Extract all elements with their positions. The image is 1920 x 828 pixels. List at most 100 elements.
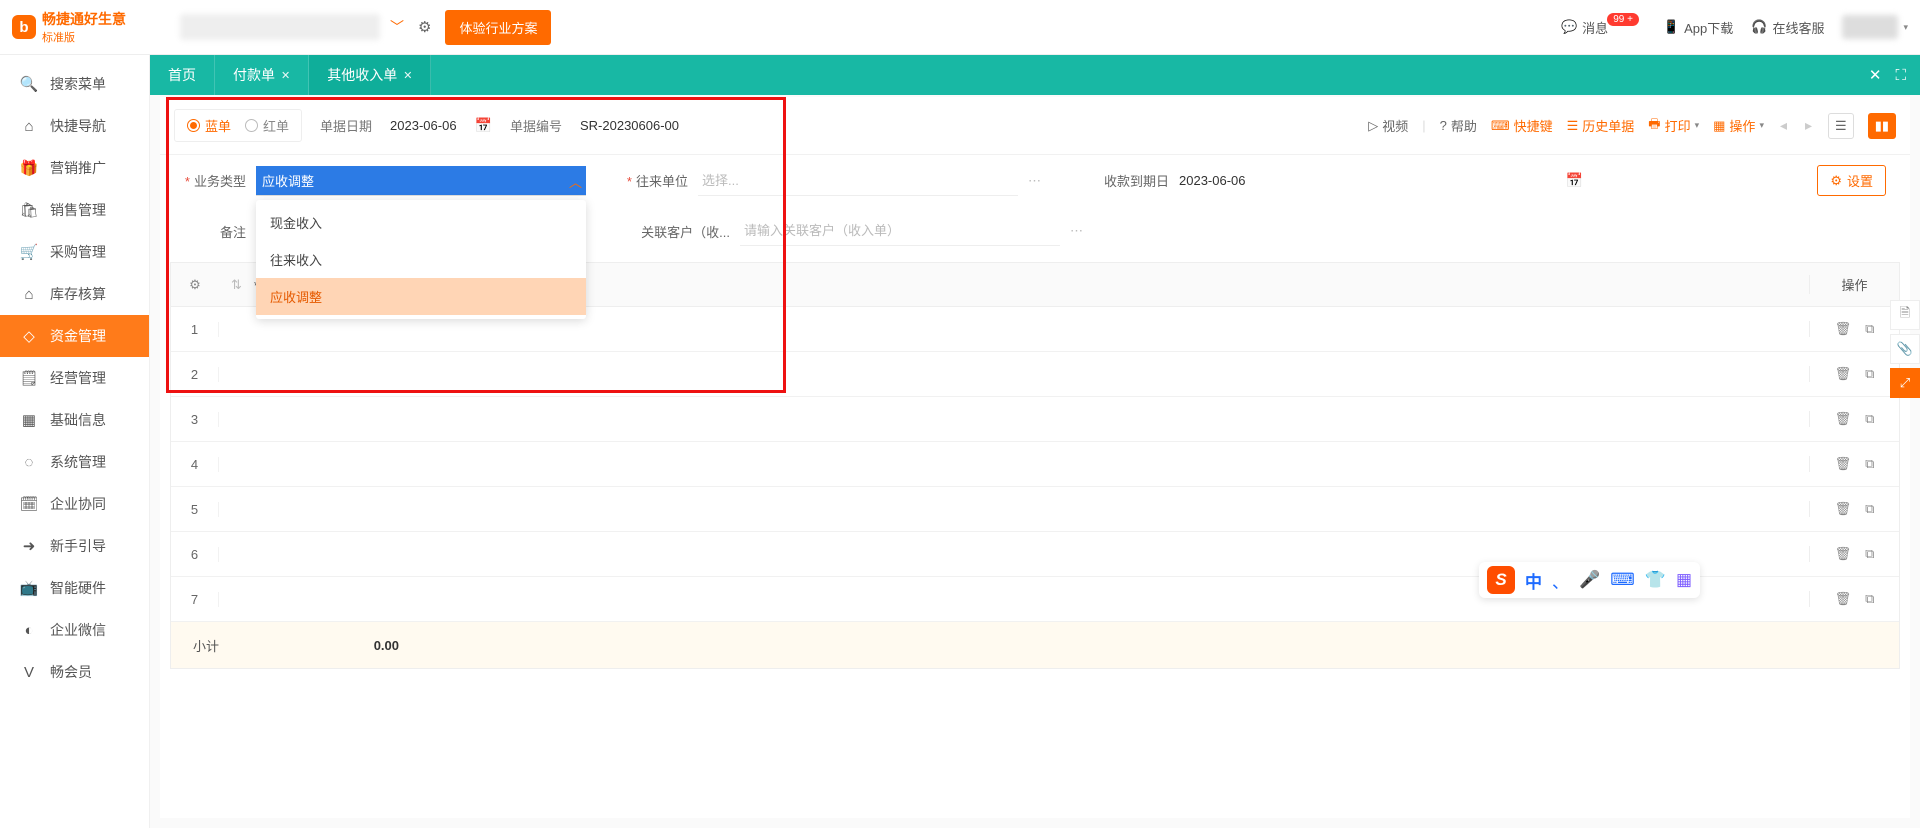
sidebar-item-member[interactable]: V畅会员 (0, 651, 149, 693)
unit-input[interactable] (698, 166, 1018, 196)
row-ops: 🗑⧉ (1809, 366, 1899, 382)
keyboard-icon[interactable]: ⌨ (1610, 570, 1635, 590)
mic-icon[interactable]: 🎤 (1579, 570, 1600, 590)
biz-type-dropdown[interactable]: ︿ 现金收入 往来收入 应收调整 (256, 166, 586, 196)
row-index: 7 (171, 592, 219, 607)
messages-link[interactable]: 💬 消息 99 + (1561, 18, 1645, 37)
chevron-up-icon[interactable]: ︿ (569, 172, 582, 191)
copy-icon[interactable]: ⧉ (1865, 546, 1874, 562)
ime-mode[interactable]: 中 (1525, 568, 1542, 593)
sidebar-item-guide[interactable]: ➜新手引导 (0, 525, 149, 567)
company-selector[interactable]: ﹀ (180, 14, 404, 40)
apps-icon[interactable]: ▦ (1676, 570, 1692, 590)
shirt-icon[interactable]: 👕 (1645, 570, 1666, 590)
sidebar-item-purchase[interactable]: 🛒采购管理 (0, 231, 149, 273)
biz-type-option[interactable]: 往来收入 (256, 241, 586, 278)
trial-button[interactable]: 体验行业方案 (445, 10, 551, 45)
radio-dot-icon (245, 119, 258, 132)
radio-blue[interactable]: 蓝单 (187, 116, 231, 135)
sidebar-item-funds[interactable]: ◇资金管理 (0, 315, 149, 357)
copy-icon[interactable]: ⧉ (1865, 366, 1874, 382)
wechat-icon: ◐ (20, 621, 38, 639)
tab-strip: 首页 付款单✕ 其他收入单✕ ✕ ⛶ (150, 55, 1920, 95)
tab-other-income[interactable]: 其他收入单✕ (309, 55, 431, 95)
close-icon[interactable]: ✕ (403, 69, 412, 82)
table-row[interactable]: 5🗑⧉ (171, 487, 1899, 532)
float-tab-note[interactable]: 🗎 (1890, 300, 1920, 330)
close-icon[interactable]: ✕ (281, 69, 290, 82)
table-row[interactable]: 2🗑⧉ (171, 352, 1899, 397)
gear-icon[interactable]: ⚙ (418, 18, 431, 36)
sidebar-item-marketing[interactable]: 🎁营销推广 (0, 147, 149, 189)
sidebar-item-sales[interactable]: 🛍销售管理 (0, 189, 149, 231)
sidebar-label: 营销推广 (50, 158, 106, 178)
copy-icon[interactable]: ⧉ (1865, 321, 1874, 337)
more-icon[interactable]: ⋯ (1028, 173, 1041, 189)
float-tab-expand[interactable]: ⤢ (1890, 368, 1920, 398)
app-download-link[interactable]: 📱 App下载 (1663, 18, 1733, 37)
table-row[interactable]: 3🗑⧉ (171, 397, 1899, 442)
table-config-icon[interactable]: ⚙ (171, 277, 219, 293)
ime-punct[interactable]: 、 (1552, 568, 1569, 593)
biz-type-option[interactable]: 应收调整 (256, 278, 586, 315)
calendar-icon[interactable]: 📅 (1566, 172, 1583, 189)
doc-date-value[interactable]: 2023-06-06 (390, 118, 457, 133)
logo: b 畅捷通好生意 标准版 (12, 9, 160, 45)
link-label: 打印 (1665, 116, 1691, 135)
help-link[interactable]: ?帮助 (1440, 116, 1477, 135)
copy-icon[interactable]: ⧉ (1865, 411, 1874, 427)
radio-red[interactable]: 红单 (245, 116, 289, 135)
sidebar-item-collab[interactable]: 🗓企业协同 (0, 483, 149, 525)
video-link[interactable]: ▷视频 (1368, 116, 1408, 135)
sidebar-item-system[interactable]: ◌系统管理 (0, 441, 149, 483)
user-menu[interactable]: ▾ (1842, 15, 1908, 39)
view-card-button[interactable]: ▮▮ (1868, 113, 1896, 139)
delete-icon[interactable]: 🗑 (1835, 546, 1852, 562)
sidebar-item-basic[interactable]: ▦基础信息 (0, 399, 149, 441)
sort-icon[interactable]: ⇅ (231, 277, 242, 293)
copy-icon[interactable]: ⧉ (1865, 591, 1874, 607)
delete-icon[interactable]: 🗑 (1835, 366, 1852, 382)
grid-icon: ▦ (1713, 118, 1725, 134)
side-float-tabs: 🗎 📎 ⤢ (1890, 300, 1920, 398)
due-date-value[interactable]: 2023-06-06 (1179, 173, 1246, 188)
float-tab-attach[interactable]: 📎 (1890, 334, 1920, 364)
settings-button[interactable]: ⚙设置 (1817, 165, 1886, 196)
shortcut-link[interactable]: ⌨快捷键 (1491, 116, 1553, 135)
next-doc-arrow[interactable]: ▸ (1803, 117, 1814, 134)
circle-dash-icon: ◌ (20, 453, 38, 471)
more-icon[interactable]: ⋯ (1070, 223, 1083, 239)
row-index: 1 (171, 322, 219, 337)
print-link[interactable]: 🖶打印▾ (1648, 115, 1699, 137)
calendar-icon[interactable]: 📅 (475, 117, 492, 134)
history-link[interactable]: ☰历史单据 (1567, 116, 1635, 135)
tab-payment[interactable]: 付款单✕ (215, 55, 309, 95)
support-link[interactable]: 🎧 在线客服 (1751, 18, 1824, 37)
copy-icon[interactable]: ⧉ (1865, 456, 1874, 472)
delete-icon[interactable]: 🗑 (1835, 456, 1852, 472)
table-row[interactable]: 4🗑⧉ (171, 442, 1899, 487)
prev-doc-arrow[interactable]: ◂ (1778, 117, 1789, 134)
ime-toolbar[interactable]: S 中 、 🎤 ⌨ 👕 ▦ (1479, 562, 1700, 598)
sidebar-item-hardware[interactable]: 📺智能硬件 (0, 567, 149, 609)
delete-icon[interactable]: 🗑 (1835, 321, 1852, 337)
close-all-icon[interactable]: ✕ (1869, 66, 1882, 84)
sidebar-item-search[interactable]: 🔍搜索菜单 (0, 63, 149, 105)
action-link[interactable]: ▦操作▾ (1713, 116, 1764, 135)
view-list-button[interactable]: ☰ (1828, 113, 1854, 139)
delete-icon[interactable]: 🗑 (1835, 501, 1852, 517)
sidebar-item-operation[interactable]: 🗒经营管理 (0, 357, 149, 399)
delete-icon[interactable]: 🗑 (1835, 591, 1852, 607)
biz-type-option[interactable]: 现金收入 (256, 204, 586, 241)
expand-icon[interactable]: ⛶ (1895, 67, 1906, 84)
delete-icon[interactable]: 🗑 (1835, 411, 1852, 427)
biz-type-input[interactable] (256, 166, 586, 196)
row-ops: 🗑⧉ (1809, 321, 1899, 337)
doc-no-value: SR-20230606-00 (580, 118, 679, 133)
rel-customer-input[interactable] (740, 216, 1060, 246)
copy-icon[interactable]: ⧉ (1865, 501, 1874, 517)
sidebar-item-quicknav[interactable]: ⌂快捷导航 (0, 105, 149, 147)
tab-home[interactable]: 首页 (150, 55, 215, 95)
sidebar-item-inventory[interactable]: ⌂库存核算 (0, 273, 149, 315)
sidebar-item-wechat[interactable]: ◐企业微信 (0, 609, 149, 651)
